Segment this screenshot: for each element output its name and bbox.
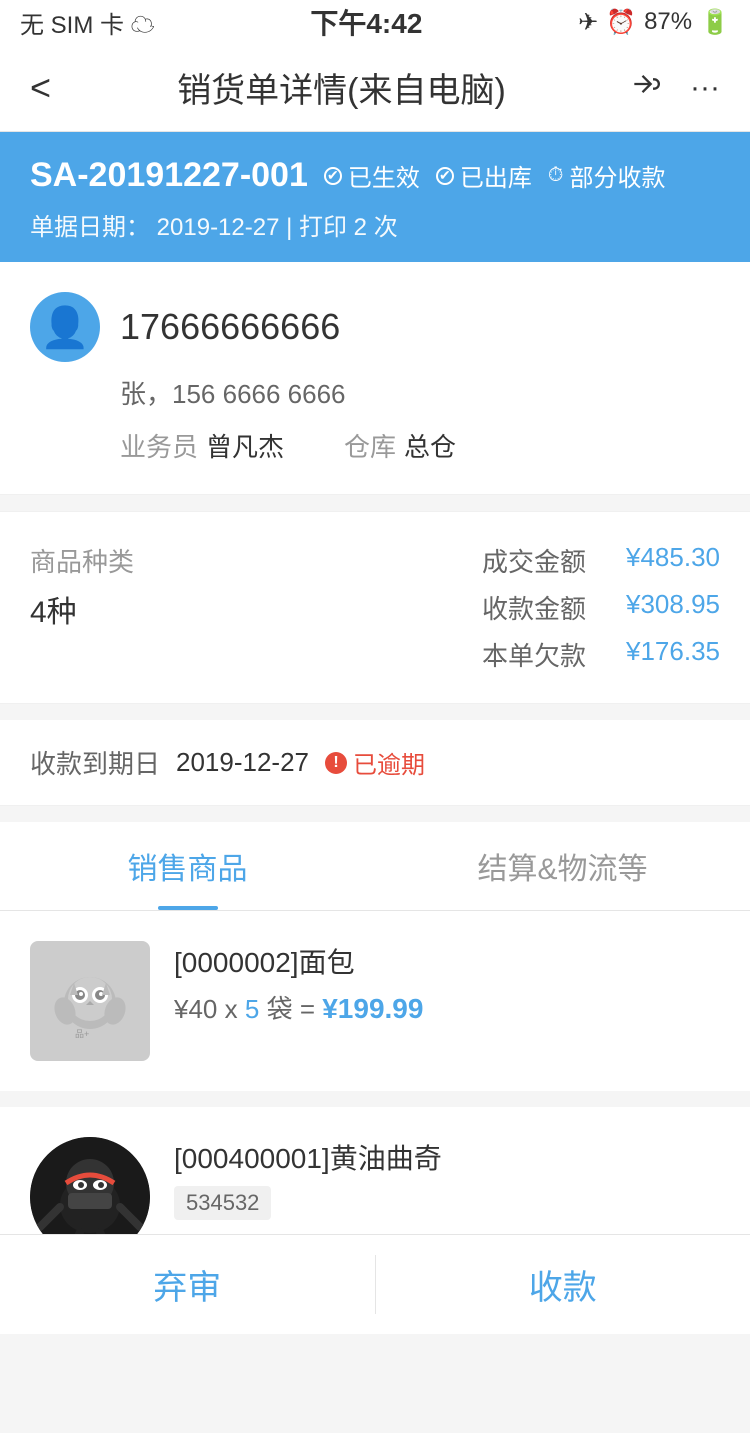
product-item-1[interactable]: 品+ [0000002]面包 ¥40 x 5 袋 = ¥199.99 <box>0 911 750 1091</box>
customer-id: 17666666666 <box>120 306 340 348</box>
status-label-1: 已生效 <box>348 158 420 193</box>
receipt-label: 收款金额 <box>482 589 586 626</box>
battery-label: 87% <box>644 8 692 36</box>
order-row: SA-20191227-001 ✔ 已生效 ✔ 已出库 ⏱ 部分收款 <box>30 156 720 195</box>
date-value: 2019-12-27 <box>157 214 280 241</box>
status-left: 无 SIM 卡 ☁ <box>20 5 155 40</box>
tab-sales-label: 销售商品 <box>128 844 248 888</box>
total-1: ¥199.99 <box>322 993 423 1024</box>
nav-actions: ··· <box>632 70 720 106</box>
product-name-1: [0000002]面包 <box>174 941 720 981</box>
warehouse-label: 仓库 <box>344 427 396 464</box>
product-info-1: [0000002]面包 ¥40 x 5 袋 = ¥199.99 <box>174 941 720 1026</box>
product-sku-2: 534532 <box>174 1186 271 1220</box>
status-bar: 无 SIM 卡 ☁ 下午4:42 ✈ ⏰ 87% 🔋 <box>0 0 750 44</box>
svg-text:品+: 品+ <box>75 1029 89 1039</box>
equals-1: = <box>300 994 322 1024</box>
order-id: SA-20191227-001 <box>30 156 308 195</box>
product-price-1: ¥40 x 5 袋 = ¥199.99 <box>174 989 720 1026</box>
unit-1: 袋 <box>267 994 293 1024</box>
product-list: 品+ [0000002]面包 ¥40 x 5 袋 = ¥199.99 <box>0 911 750 1433</box>
type-label: 商品种类 <box>30 542 134 579</box>
page-title: 销货单详情(来自电脑) <box>177 63 506 112</box>
sales-meta: 业务员 曾凡杰 <box>120 427 284 464</box>
clock-icon: ⏱ <box>548 164 564 187</box>
due-section: 收款到期日 2019-12-27 ! 已逾期 <box>0 720 750 806</box>
status-time: 下午4:42 <box>310 2 422 42</box>
customer-sub: 张，156 6666 6666 <box>120 374 720 411</box>
tab-logistics-label: 结算&物流等 <box>477 844 647 888</box>
product-name-2: [000400001]黄油曲奇 <box>174 1137 720 1177</box>
tab-sales[interactable]: 销售商品 <box>0 822 375 910</box>
warehouse-value: 总仓 <box>404 427 456 464</box>
warehouse-meta: 仓库 总仓 <box>344 427 456 464</box>
check-dot-2: ✔ <box>436 167 454 185</box>
share-icon[interactable] <box>632 70 660 106</box>
avatar: 👤 <box>30 292 100 362</box>
debt-label: 本单欠款 <box>482 636 586 673</box>
battery-icon: 🔋 <box>700 8 730 37</box>
product-thumb-1: 品+ <box>30 941 150 1061</box>
unit-price-1: ¥40 <box>174 994 217 1024</box>
avatar-icon: 👤 <box>40 304 90 351</box>
due-label: 收款到期日 <box>30 744 160 781</box>
customer-row: 👤 17666666666 <box>30 292 720 362</box>
summary-row: 商品种类 4种 成交金额 ¥485.30 收款金额 ¥308.95 本单欠款 ¥… <box>30 542 720 673</box>
customer-section: 👤 17666666666 张，156 6666 6666 业务员 曾凡杰 仓库… <box>0 262 750 495</box>
multiply-1: x <box>225 994 245 1024</box>
summary-left: 商品种类 4种 <box>30 542 134 631</box>
deal-row: 成交金额 ¥485.30 <box>482 542 720 579</box>
summary-section: 商品种类 4种 成交金额 ¥485.30 收款金额 ¥308.95 本单欠款 ¥… <box>0 511 750 704</box>
tabs-section: 销售商品 结算&物流等 <box>0 822 750 911</box>
deal-label: 成交金额 <box>482 542 586 579</box>
more-icon[interactable]: ··· <box>690 71 720 105</box>
confirm-button[interactable]: 收款 <box>376 1235 750 1334</box>
customer-meta: 业务员 曾凡杰 仓库 总仓 <box>120 427 720 464</box>
type-count: 4种 <box>30 587 134 631</box>
nav-bar: < 销货单详情(来自电脑) ··· <box>0 44 750 132</box>
status-tag-2: ✔ 已出库 <box>436 158 532 193</box>
debt-value: ¥176.35 <box>626 636 720 673</box>
back-button[interactable]: < <box>30 67 51 109</box>
check-dot-1: ✔ <box>324 167 342 185</box>
due-date: 2019-12-27 <box>176 747 309 778</box>
print-info: 打印 2 次 <box>299 214 398 241</box>
status-label-2: 已出库 <box>460 158 532 193</box>
alarm-icon: ⏰ <box>606 8 636 37</box>
receipt-value: ¥308.95 <box>626 589 720 626</box>
tab-sales-underline <box>158 906 218 910</box>
date-separator: | <box>286 214 299 241</box>
qty-1: 5 <box>245 994 259 1024</box>
tab-logistics[interactable]: 结算&物流等 <box>375 822 750 910</box>
tabs-row: 销售商品 结算&物流等 <box>0 822 750 910</box>
cancel-button[interactable]: 弃审 <box>0 1235 375 1334</box>
sales-label: 业务员 <box>120 427 198 464</box>
bottom-bar: 弃审 收款 <box>0 1234 750 1334</box>
status-label-3: 部分收款 <box>570 158 666 193</box>
debt-row: 本单欠款 ¥176.35 <box>482 636 720 673</box>
overdue-dot: ! <box>325 752 347 774</box>
header-banner: SA-20191227-001 ✔ 已生效 ✔ 已出库 ⏱ 部分收款 单据日期：… <box>0 132 750 262</box>
header-date: 单据日期： 2019-12-27 | 打印 2 次 <box>30 207 720 242</box>
overdue-label: 已逾期 <box>353 745 425 780</box>
deal-value: ¥485.30 <box>626 542 720 579</box>
status-tag-1: ✔ 已生效 <box>324 158 420 193</box>
status-right: ✈ ⏰ 87% 🔋 <box>578 8 730 37</box>
date-label: 单据日期： <box>30 214 150 241</box>
sales-value: 曾凡杰 <box>206 427 284 464</box>
receipt-row: 收款金额 ¥308.95 <box>482 589 720 626</box>
location-icon: ✈ <box>578 8 598 37</box>
sim-label: 无 SIM 卡 ☁ <box>20 5 155 40</box>
status-tag-3: ⏱ 部分收款 <box>548 158 666 193</box>
summary-right: 成交金额 ¥485.30 收款金额 ¥308.95 本单欠款 ¥176.35 <box>482 542 720 673</box>
overdue-badge: ! 已逾期 <box>325 745 425 780</box>
